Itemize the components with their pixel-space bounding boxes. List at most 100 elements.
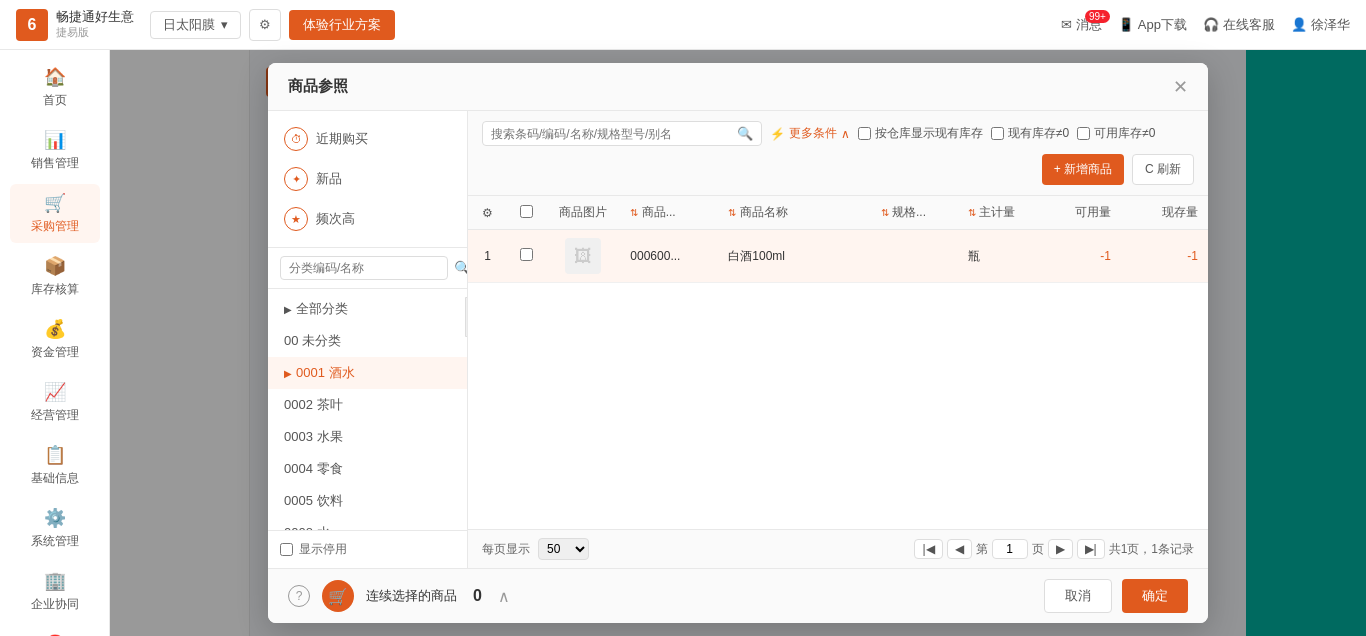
sort-spec-icon[interactable]: ⇅ [881, 207, 889, 218]
message-icon: ✉ [1061, 17, 1072, 32]
avail-nonzero-label: 可用库存≠0 [1094, 125, 1155, 142]
experience-button[interactable]: 体验行业方案 [289, 10, 395, 40]
avail-nonzero-checkbox[interactable] [1077, 127, 1090, 140]
row-checkbox-1[interactable] [520, 248, 533, 261]
category-item-all[interactable]: ▶ 全部分类 [268, 293, 467, 325]
search-icon: 🔍 [737, 126, 753, 141]
category-item-0001[interactable]: ▶ 0001 酒水 [268, 357, 467, 389]
category-item-0004[interactable]: 0004 零食 [268, 453, 467, 485]
th-unit-label: 主计量 [979, 205, 1015, 219]
table-row[interactable]: 1 🖼 000600... 白酒100ml [468, 230, 1208, 283]
sidebar-item-basic[interactable]: 📋 基础信息 [10, 436, 100, 495]
add-product-button[interactable]: + 新增商品 [1042, 154, 1124, 185]
cart-icon[interactable]: 🛒 [322, 580, 354, 612]
category-label-00: 00 未分类 [284, 332, 341, 350]
app-download-button[interactable]: 📱 App下载 [1118, 16, 1187, 34]
warehouse-display-checkbox-label[interactable]: 按仓库显示现有库存 [858, 125, 983, 142]
settings-button[interactable]: ⚙ [249, 9, 281, 41]
sort-name-icon[interactable]: ⇅ [728, 207, 736, 218]
nav-selector[interactable]: 日太阳膜 ▾ [150, 11, 241, 39]
table-settings-icon[interactable]: ⚙ [482, 206, 493, 220]
cancel-button[interactable]: 取消 [1044, 579, 1112, 613]
search-toolbar: 🔍 ⚡ 更多条件 ∧ 按仓库显示现有库存 [468, 111, 1208, 196]
th-unit: ⇅ 主计量 [958, 196, 1034, 230]
category-item-0002[interactable]: 0002 茶叶 [268, 389, 467, 421]
stock-nonzero-checkbox[interactable] [991, 127, 1004, 140]
category-item-00[interactable]: 00 未分类 [268, 325, 467, 357]
sidebar-item-finance[interactable]: 💰 资金管理 [10, 310, 100, 369]
sidebar-item-system[interactable]: ⚙️ 系统管理 [10, 499, 100, 558]
sidebar-label-system: 系统管理 [31, 533, 79, 550]
avail-nonzero-checkbox-label[interactable]: 可用库存≠0 [1077, 125, 1155, 142]
pagination-wrap: 每页显示 10 20 50 100 |◀ ◀ 第 [468, 529, 1208, 568]
modal-left-panel: ⏱ 近期购买 ✦ 新品 ★ 频次高 [268, 111, 468, 568]
chevron-up-icon: ∧ [841, 127, 850, 141]
category-item-0003[interactable]: 0003 水果 [268, 421, 467, 453]
cart-count: 0 [473, 587, 482, 605]
total-info: 共1页，1条记录 [1109, 541, 1194, 558]
help-button[interactable]: ? [288, 585, 310, 607]
user-avatar[interactable]: 👤 徐泽华 [1291, 16, 1350, 34]
sidebar-item-purchase[interactable]: 🛒 采购管理 [10, 184, 100, 243]
new-label: 新品 [316, 170, 342, 188]
last-page-button[interactable]: ▶| [1077, 539, 1105, 559]
sidebar-item-operations[interactable]: 📈 经营管理 [10, 373, 100, 432]
modal-body: ⏱ 近期购买 ✦ 新品 ★ 频次高 [268, 111, 1208, 568]
stock-value: -1 [1187, 249, 1198, 263]
category-search-button[interactable]: 🔍 [454, 260, 468, 276]
purchase-icon: 🛒 [44, 192, 66, 214]
cart-label: 连续选择的商品 [366, 587, 457, 605]
finance-icon: 💰 [44, 318, 66, 340]
sort-code-icon[interactable]: ⇅ [630, 207, 638, 218]
prev-page-button[interactable]: ◀ [947, 539, 972, 559]
toolbar-actions: + 新增商品 C 刷新 [1042, 154, 1194, 185]
filter-more-button[interactable]: ⚡ 更多条件 ∧ [770, 125, 850, 142]
sort-unit-icon[interactable]: ⇅ [968, 207, 976, 218]
filter-icon: ⚡ [770, 127, 785, 141]
next-page-button[interactable]: ▶ [1048, 539, 1073, 559]
quick-action-new[interactable]: ✦ 新品 [268, 159, 467, 199]
refresh-button[interactable]: C 刷新 [1132, 154, 1194, 185]
quick-action-recent[interactable]: ⏱ 近期购买 [268, 119, 467, 159]
page-navigation: |◀ ◀ 第 页 ▶ ▶| 共1页，1条记录 [914, 539, 1194, 559]
app-label: App下载 [1138, 16, 1187, 34]
cell-img: 🖼 [546, 230, 620, 283]
th-spec-label: 规格... [892, 205, 926, 219]
sidebar-item-sales[interactable]: 📊 销售管理 [10, 121, 100, 180]
category-label-all: 全部分类 [296, 300, 348, 318]
sidebar-item-guide[interactable]: 🎯 新手引导 [10, 625, 100, 636]
select-all-checkbox[interactable] [520, 205, 533, 218]
quick-action-frequent[interactable]: ★ 频次高 [268, 199, 467, 239]
confirm-button[interactable]: 确定 [1122, 579, 1188, 613]
warehouse-display-checkbox[interactable] [858, 127, 871, 140]
sidebar-label-basic: 基础信息 [31, 470, 79, 487]
th-code: ⇅ 商品... [620, 196, 718, 230]
first-page-button[interactable]: |◀ [914, 539, 942, 559]
cart-collapse-icon[interactable]: ∧ [498, 587, 510, 606]
stock-nonzero-checkbox-label[interactable]: 现有库存≠0 [991, 125, 1069, 142]
th-stock-label: 现存量 [1162, 205, 1198, 219]
sidebar-item-enterprise[interactable]: 🏢 企业协同 [10, 562, 100, 621]
modal-header: 商品参照 ✕ [268, 63, 1208, 111]
cell-name: 白酒100ml [718, 230, 870, 283]
product-search-wrap: 🔍 [482, 121, 762, 146]
sidebar-item-inventory[interactable]: 📦 库存核算 [10, 247, 100, 306]
show-disabled-label[interactable]: 显示停用 [299, 541, 347, 558]
sidebar-item-home[interactable]: 🏠 首页 [10, 58, 100, 117]
headset-icon: 🎧 [1203, 17, 1219, 32]
th-name-label: 商品名称 [740, 205, 788, 219]
support-button[interactable]: 🎧 在线客服 [1203, 16, 1275, 34]
page-size-select[interactable]: 10 20 50 100 [538, 538, 589, 560]
cell-stock: -1 [1121, 230, 1208, 283]
modal-close-button[interactable]: ✕ [1173, 78, 1188, 96]
message-button[interactable]: ✉ 消息 99+ [1061, 16, 1102, 34]
category-search-input[interactable] [280, 256, 448, 280]
page-number-input[interactable] [992, 539, 1028, 559]
category-item-0005[interactable]: 0005 饮料 [268, 485, 467, 517]
collapse-panel-button[interactable]: 《 [465, 297, 468, 337]
basic-icon: 📋 [44, 444, 66, 466]
category-item-0008[interactable]: 0008 水 [268, 517, 467, 530]
category-list: ▶ 全部分类 00 未分类 ▶ 0001 酒水 0002 茶 [268, 289, 467, 530]
show-disabled-checkbox[interactable] [280, 543, 293, 556]
product-search-input[interactable] [491, 127, 733, 141]
